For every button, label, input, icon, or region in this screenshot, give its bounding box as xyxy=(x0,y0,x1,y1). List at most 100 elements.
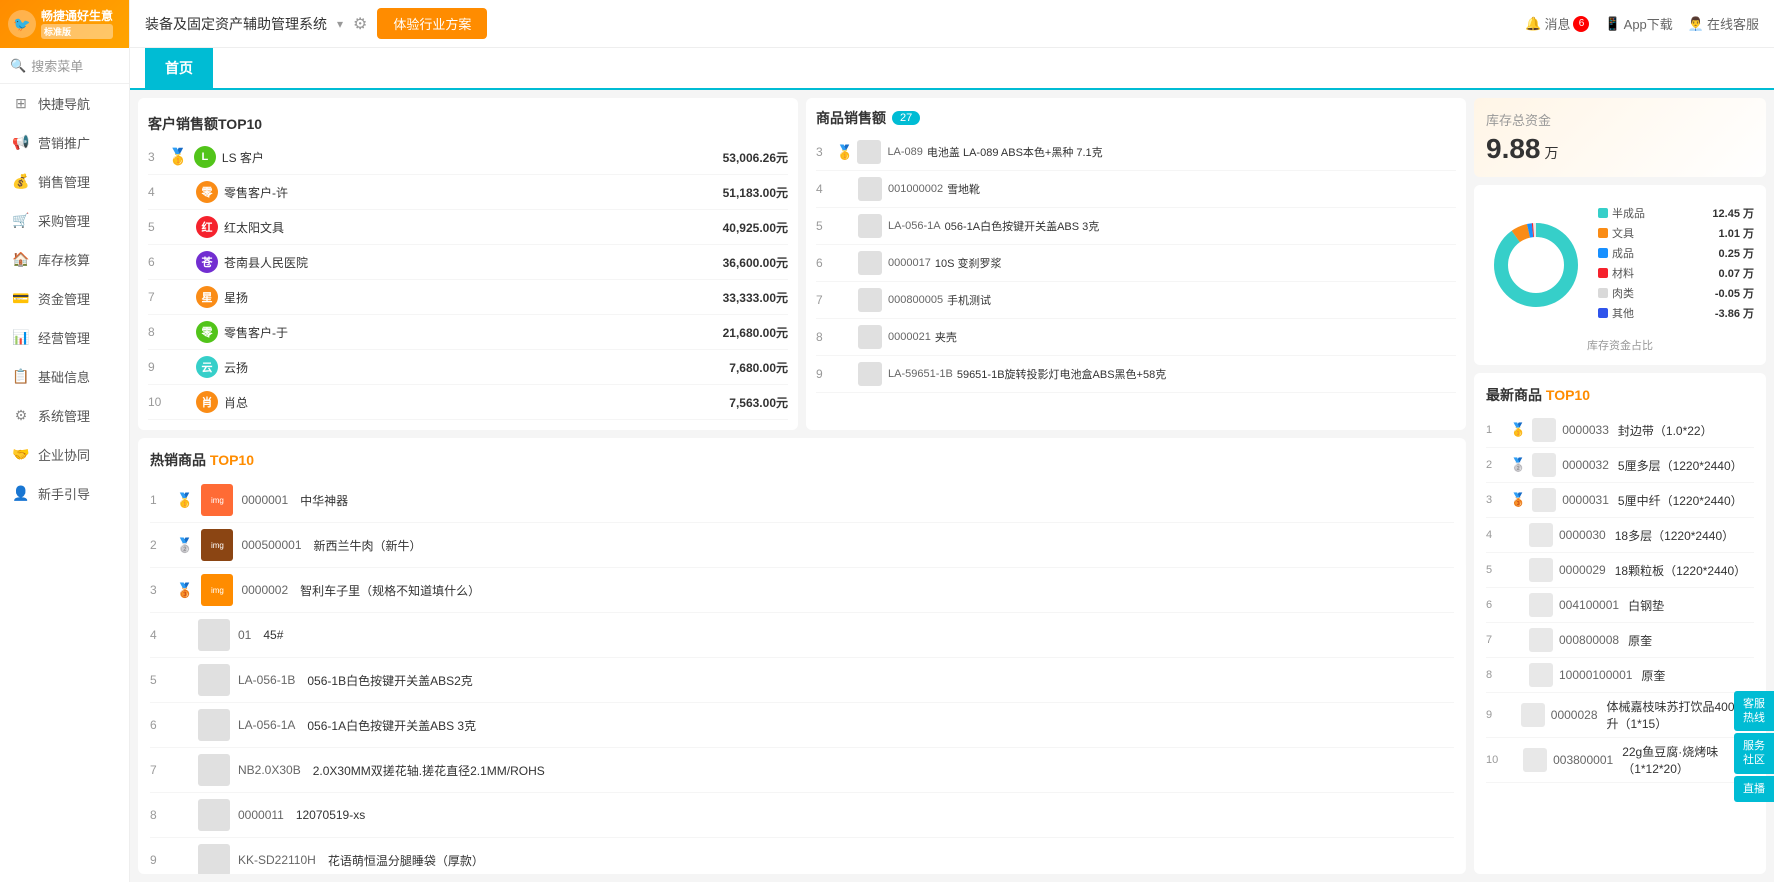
legend-item: 文具 1.01 万 xyxy=(1598,225,1754,241)
search-menu[interactable]: 🔍 搜索菜单 xyxy=(0,48,129,84)
list-item: 7 000800008 原奎 xyxy=(1486,623,1754,658)
legend-item: 半成品 12.45 万 xyxy=(1598,205,1754,221)
content-area: 客户销售额TOP10 3 🥇 L LS 客户 53,006.26元 4 零 xyxy=(130,90,1774,882)
inventory-value: 9.88 xyxy=(1486,133,1541,165)
product-icon xyxy=(1529,628,1553,652)
app-download-button[interactable]: 📱 App下载 xyxy=(1604,14,1672,33)
inventory-card: 库存总资金 9.88 万 xyxy=(1474,98,1766,177)
customer-avatar: 零 xyxy=(196,321,218,343)
product-thumbnail xyxy=(858,177,882,201)
list-item: 4 01 45# xyxy=(150,613,1454,658)
sidebar-item-inventory[interactable]: 🏠 库存核算 xyxy=(0,240,129,279)
medal-gold-icon: 🥇 xyxy=(176,492,193,509)
topbar: 装备及固定资产辅助管理系统 ▾ ⚙ 体验行业方案 🔔 消息 6 📱 App下载 … xyxy=(130,0,1774,48)
customer-avatar: 肖 xyxy=(196,391,218,413)
logo-title: 畅捷通好生意 xyxy=(41,9,113,25)
product-icon xyxy=(1532,418,1556,442)
legend-color-dot xyxy=(1598,208,1608,218)
notifications-label: 消息 xyxy=(1544,14,1570,33)
sidebar-item-label: 采购管理 xyxy=(38,211,90,230)
guide-icon: 👤 xyxy=(12,485,30,503)
inventory-icon: 🏠 xyxy=(12,251,30,269)
sales-icon: 💰 xyxy=(12,173,30,191)
new-products-card: 最新商品 TOP10 1 🥇 0000033 封边带（1.0*22） 2 🥈 0… xyxy=(1474,373,1766,874)
customer-avatar: 苍 xyxy=(196,251,218,273)
inventory-chart-label: 库存资金占比 xyxy=(1486,333,1754,353)
table-row: 3 🥇 LA-089 电池盖 LA-089 ABS本色+黑种 7.1克 xyxy=(816,134,1456,171)
hot-products-card: 热销商品 TOP10 1 🥇 img 0000001 中华神器 2 🥈 img … xyxy=(138,438,1466,874)
sidebar-item-shortcut[interactable]: ⊞ 快捷导航 xyxy=(0,84,129,123)
search-icon: 🔍 xyxy=(10,58,26,74)
online-service-button[interactable]: 👨‍💼 在线客服 xyxy=(1688,14,1759,33)
customer-ranking-card: 客户销售额TOP10 3 🥇 L LS 客户 53,006.26元 4 零 xyxy=(138,98,798,430)
sidebar-item-sales[interactable]: 💰 销售管理 xyxy=(0,162,129,201)
product-count-badge: 27 xyxy=(892,111,920,125)
table-row: 7 星 星扬 33,333.00元 xyxy=(148,280,788,315)
topbar-right: 🔔 消息 6 📱 App下载 👨‍💼 在线客服 xyxy=(1525,14,1759,33)
right-panel: 库存总资金 9.88 万 xyxy=(1474,90,1774,882)
donut-chart-section: 半成品 12.45 万 文具 1.01 万 成品 0.25 万 xyxy=(1486,197,1754,333)
legend-item: 成品 0.25 万 xyxy=(1598,245,1754,261)
legend-color-dot xyxy=(1598,228,1608,238)
table-row: 4 零 零售客户-许 51,183.00元 xyxy=(148,175,788,210)
legend-item: 其他 -3.86 万 xyxy=(1598,305,1754,321)
basic-icon: 📋 xyxy=(12,368,30,386)
medal-bronze-icon: 🥉 xyxy=(176,582,193,599)
product-icon xyxy=(1529,663,1553,687)
sidebar-item-guide[interactable]: 👤 新手引导 xyxy=(0,474,129,513)
inventory-unit: 万 xyxy=(1545,143,1559,163)
settings-icon[interactable]: ⚙ xyxy=(353,14,367,34)
tab-home[interactable]: 首页 xyxy=(145,48,213,88)
sidebar-item-marketing[interactable]: 📢 营销推广 xyxy=(0,123,129,162)
sidebar-item-finance[interactable]: 💳 资金管理 xyxy=(0,279,129,318)
list-item: 2 🥈 img 000500001 新西兰牛肉（新牛） xyxy=(150,523,1454,568)
table-row: 5 红 红太阳文具 40,925.00元 xyxy=(148,210,788,245)
sidebar-item-label: 系统管理 xyxy=(38,406,90,425)
notifications-badge: 6 xyxy=(1573,16,1589,32)
dropdown-arrow-icon[interactable]: ▾ xyxy=(337,17,343,31)
sidebar-item-label: 资金管理 xyxy=(38,289,90,308)
product-image xyxy=(198,754,230,786)
product-thumbnail xyxy=(858,251,882,275)
cs-hotline-button[interactable]: 客服热线 xyxy=(1734,691,1774,732)
list-item: 5 LA-056-1B 056-1B白色按键开关盖ABS2克 xyxy=(150,658,1454,703)
medal-icon: 🥈 xyxy=(1510,457,1526,473)
medal-gold-icon: 🥇 xyxy=(168,147,188,167)
customer-avatar: 星 xyxy=(196,286,218,308)
donut-chart xyxy=(1486,215,1586,315)
app-download-label: App下载 xyxy=(1624,14,1673,33)
sidebar-item-cooperation[interactable]: 🤝 企业协同 xyxy=(0,435,129,474)
notifications-button[interactable]: 🔔 消息 6 xyxy=(1525,14,1589,33)
list-item: 10 003800001 22g鱼豆腐·烧烤味（1*12*20） xyxy=(1486,738,1754,783)
sidebar-item-label: 库存核算 xyxy=(38,250,90,269)
legend-color-dot xyxy=(1598,268,1608,278)
sidebar-item-operations[interactable]: 📊 经营管理 xyxy=(0,318,129,357)
sidebar-item-label: 新手引导 xyxy=(38,484,90,503)
sidebar-item-label: 销售管理 xyxy=(38,172,90,191)
list-item: 3 🥉 img 0000002 智利车子里（规格不知道填什么） xyxy=(150,568,1454,613)
product-ranking-card: 商品销售额 27 3 🥇 LA-089 电池盖 LA-089 ABS本色+黑种 … xyxy=(806,98,1466,430)
product-icon xyxy=(1523,748,1547,772)
cs-community-button[interactable]: 服务社区 xyxy=(1734,733,1774,774)
medal-silver-icon: 🥈 xyxy=(176,537,193,554)
top-section: 客户销售额TOP10 3 🥇 L LS 客户 53,006.26元 4 零 xyxy=(138,98,1466,430)
table-row: 6 苍 苍南县人民医院 36,600.00元 xyxy=(148,245,788,280)
table-row: 4 001000002 雪地靴 xyxy=(816,171,1456,208)
legend-color-dot xyxy=(1598,308,1608,318)
sidebar-item-basic[interactable]: 📋 基础信息 xyxy=(0,357,129,396)
search-menu-label: 搜索菜单 xyxy=(31,56,83,75)
cs-live-button[interactable]: 直播 xyxy=(1734,776,1774,802)
finance-icon: 💳 xyxy=(12,290,30,308)
product-thumbnail xyxy=(858,214,882,238)
sidebar-item-system[interactable]: ⚙ 系统管理 xyxy=(0,396,129,435)
marketing-icon: 📢 xyxy=(12,134,30,152)
list-item: 2 🥈 0000032 5厘多层（1220*2440） xyxy=(1486,448,1754,483)
sidebar-item-purchase[interactable]: 🛒 采购管理 xyxy=(0,201,129,240)
sidebar-item-label: 基础信息 xyxy=(38,367,90,386)
trial-button[interactable]: 体验行业方案 xyxy=(377,8,487,39)
sidebar-item-label: 经营管理 xyxy=(38,328,90,347)
list-item: 8 0000011 12070519-xs xyxy=(150,793,1454,838)
cooperation-icon: 🤝 xyxy=(12,446,30,464)
product-ranking-title: 商品销售额 xyxy=(816,108,886,128)
table-row: 7 000800005 手机测试 xyxy=(816,282,1456,319)
